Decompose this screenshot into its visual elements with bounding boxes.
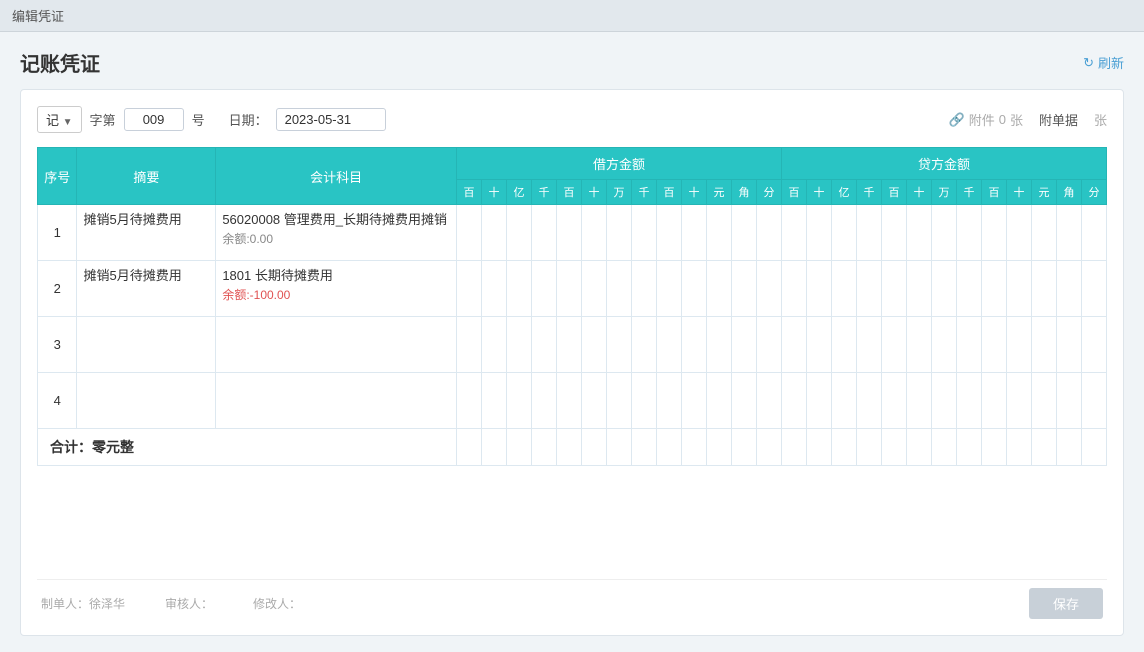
debit-d2: 十 [481, 180, 506, 205]
window-title: 编辑凭证 [12, 9, 64, 24]
row4-summary[interactable] [77, 373, 216, 429]
refresh-icon: ↻ [1083, 55, 1094, 71]
credit-d9: 百 [981, 180, 1006, 205]
debit-d10: 十 [681, 180, 706, 205]
header-credit: 贷方金额 [781, 148, 1106, 180]
modifier-label: 修改人： [253, 597, 301, 611]
header-debit: 借方金额 [456, 148, 781, 180]
row3-account[interactable] [216, 317, 457, 373]
voucher-type-label: 记 [46, 113, 59, 128]
row4-account[interactable] [216, 373, 457, 429]
footer-bar: 制单人：徐泽华 审核人： 修改人： 保存 [37, 579, 1107, 619]
credit-d13: 分 [1081, 180, 1106, 205]
table-row: 3 [38, 317, 1107, 373]
row1-index: 1 [38, 205, 77, 261]
refresh-button[interactable]: ↻ 刷新 [1083, 53, 1124, 72]
attach-count: 0 [999, 112, 1006, 127]
row2-account[interactable]: 1801 长期待摊费用 余额:-100.00 [216, 261, 457, 317]
chevron-down-icon: ▼ [63, 117, 73, 128]
window: 编辑凭证 记账凭证 ↻ 刷新 记 ▼ 字第 号 日期： [0, 0, 1144, 652]
credit-d1: 百 [781, 180, 806, 205]
debit-d11: 元 [706, 180, 731, 205]
row4-index: 4 [38, 373, 77, 429]
voucher-table: 序号 摘要 会计科目 借方金额 贷方金额 百 十 亿 千 百 十 [37, 147, 1107, 466]
auditor-label: 审核人： [165, 597, 213, 611]
debit-d3: 亿 [506, 180, 531, 205]
credit-d6: 十 [906, 180, 931, 205]
modifier-section: 修改人： [253, 595, 301, 612]
debit-d1: 百 [456, 180, 481, 205]
total-label: 合计：零元整 [38, 429, 457, 466]
debit-d6: 十 [581, 180, 606, 205]
total-row: 合计：零元整 [38, 429, 1107, 466]
debit-d5: 百 [556, 180, 581, 205]
row1-summary[interactable]: 摊销5月待摊费用 [77, 205, 216, 261]
row1-account[interactable]: 56020008 管理费用_长期待摊费用摊销 余额:0.00 [216, 205, 457, 261]
content-area: 记账凭证 ↻ 刷新 记 ▼ 字第 号 日期： [0, 32, 1144, 652]
paperclip-icon: 🔗 [949, 112, 965, 128]
hao-label: 号 [192, 110, 205, 129]
header-right: 🔗 附件 0 张 附单据 张 [949, 110, 1107, 129]
title-bar: 编辑凭证 [0, 0, 1144, 32]
debit-d13: 分 [756, 180, 781, 205]
debit-d9: 百 [656, 180, 681, 205]
creator-name: 徐泽华 [89, 597, 125, 611]
credit-d3: 亿 [831, 180, 856, 205]
row3-summary[interactable] [77, 317, 216, 373]
attach-unit: 张 [1010, 110, 1023, 129]
creator-label: 制单人： [41, 597, 89, 611]
table-header-row1: 序号 摘要 会计科目 借方金额 贷方金额 [38, 148, 1107, 180]
table-row: 2 摊销5月待摊费用 1801 长期待摊费用 余额:-100.00 [38, 261, 1107, 317]
row3-index: 3 [38, 317, 77, 373]
credit-d7: 万 [931, 180, 956, 205]
voucher-header: 记 ▼ 字第 号 日期： 🔗 附件 0 张 附单据 [37, 106, 1107, 133]
date-input[interactable] [276, 108, 386, 131]
credit-d8: 千 [956, 180, 981, 205]
credit-d4: 千 [856, 180, 881, 205]
debit-d4: 千 [531, 180, 556, 205]
page-header: 记账凭证 ↻ 刷新 [20, 48, 1124, 77]
table-row: 4 [38, 373, 1107, 429]
credit-d5: 百 [881, 180, 906, 205]
debit-d7: 万 [606, 180, 631, 205]
creator-section: 制单人：徐泽华 [41, 595, 125, 612]
credit-d10: 十 [1006, 180, 1031, 205]
credit-d2: 十 [806, 180, 831, 205]
auditor-section: 审核人： [165, 595, 213, 612]
attach-sheets-btn[interactable]: 附单据 [1039, 110, 1078, 129]
header-account: 会计科目 [216, 148, 457, 205]
zi-label: 字第 [90, 110, 116, 129]
page-title: 记账凭证 [20, 48, 100, 77]
header-summary: 摘要 [77, 148, 216, 205]
attach-text: 附件 [969, 110, 995, 129]
table-row: 1 摊销5月待摊费用 56020008 管理费用_长期待摊费用摊销 余额:0.0… [38, 205, 1107, 261]
header-index: 序号 [38, 148, 77, 205]
debit-d12: 角 [731, 180, 756, 205]
voucher-type-select: 记 ▼ [37, 106, 82, 133]
row2-summary[interactable]: 摊销5月待摊费用 [77, 261, 216, 317]
voucher-number-input[interactable] [124, 108, 184, 131]
voucher-type-button[interactable]: 记 ▼ [37, 106, 82, 133]
debit-d8: 千 [631, 180, 656, 205]
save-button[interactable]: 保存 [1029, 588, 1103, 619]
attach-label: 🔗 附件 0 张 [949, 110, 1023, 129]
table-scroll-wrapper: 序号 摘要 会计科目 借方金额 贷方金额 百 十 亿 千 百 十 [37, 147, 1107, 575]
date-label: 日期： [229, 110, 268, 129]
refresh-label: 刷新 [1098, 53, 1124, 72]
credit-d11: 元 [1031, 180, 1056, 205]
main-card: 记 ▼ 字第 号 日期： 🔗 附件 0 张 附单据 [20, 89, 1124, 636]
zhang-label: 张 [1094, 110, 1107, 129]
credit-d12: 角 [1056, 180, 1081, 205]
row2-index: 2 [38, 261, 77, 317]
